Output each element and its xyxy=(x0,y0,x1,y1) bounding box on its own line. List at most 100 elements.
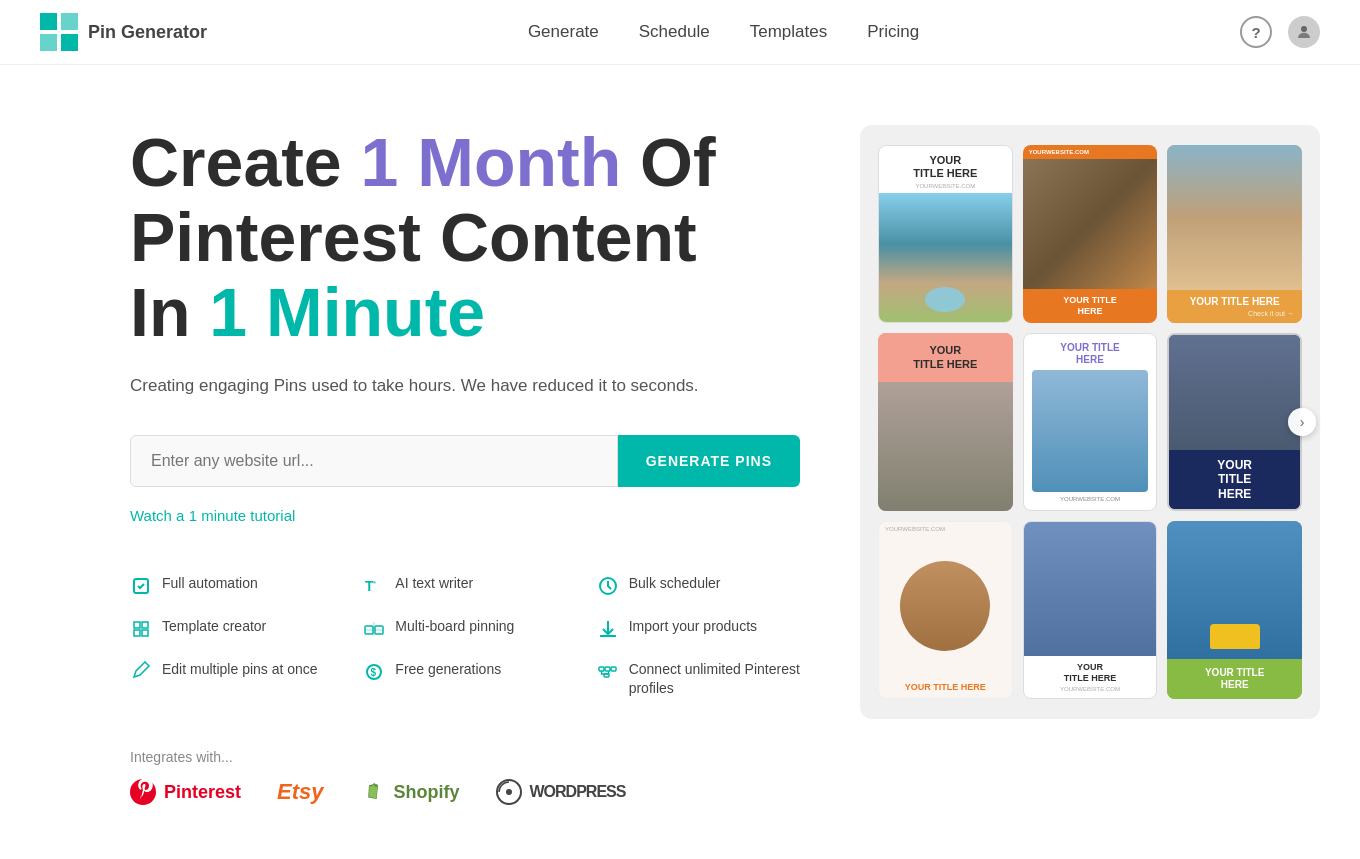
help-button[interactable]: ? xyxy=(1240,16,1272,48)
integration-etsy[interactable]: Etsy xyxy=(277,779,323,805)
headline: Create 1 Month Of Pinterest Content In 1… xyxy=(130,125,800,349)
navbar: Pin Generator Generate Schedule Template… xyxy=(0,0,1360,65)
logo-icon xyxy=(40,13,78,51)
feature-multi-board-text: Multi-board pinning xyxy=(395,617,514,637)
edit-icon xyxy=(130,661,152,683)
svg-text:$: $ xyxy=(371,667,377,678)
headline-line2: Pinterest Content xyxy=(130,199,697,275)
feature-import: Import your products xyxy=(597,617,800,640)
integrations-label: Integrates with... xyxy=(130,749,800,765)
nav-pricing[interactable]: Pricing xyxy=(867,22,919,42)
pinterest-icon xyxy=(130,779,156,805)
svg-text:*: * xyxy=(373,579,376,588)
integration-pinterest[interactable]: Pinterest xyxy=(130,779,241,805)
pin1-url: YOURWEBSITE.COM xyxy=(887,183,1004,189)
feature-connect-text: Connect unlimited Pinterest profiles xyxy=(629,660,800,699)
pin2-title: YOUR TITLEHERE xyxy=(1029,295,1152,317)
pin-grid: YOURTITLE HERE YOURWEBSITE.COM YOURWEBSI… xyxy=(878,145,1302,699)
pin7-title: YOUR TITLE HERE xyxy=(885,682,1006,692)
ai-text-icon: T * xyxy=(363,575,385,597)
nav-links: Generate Schedule Templates Pricing xyxy=(528,22,919,42)
feature-ai-text-label: AI text writer xyxy=(395,574,473,594)
integrations-list: Pinterest Etsy Shopify xyxy=(130,779,800,805)
shopify-icon xyxy=(360,779,386,805)
feature-edit-text: Edit multiple pins at once xyxy=(162,660,318,680)
pin8-title: YOURTITLE HERE xyxy=(1032,662,1149,684)
feature-bulk-scheduler-text: Bulk scheduler xyxy=(629,574,721,594)
feature-automation: Full automation xyxy=(130,574,333,597)
integration-shopify[interactable]: Shopify xyxy=(360,779,460,805)
nav-templates[interactable]: Templates xyxy=(750,22,827,42)
pin-card-2[interactable]: YOURWEBSITE.COM YOUR TITLEHERE xyxy=(1023,145,1158,323)
logo[interactable]: Pin Generator xyxy=(40,13,207,51)
pin9-title: YOUR TITLEHERE xyxy=(1175,667,1294,691)
headline-part1: Create xyxy=(130,124,361,200)
template-icon xyxy=(130,618,152,640)
svg-point-4 xyxy=(1301,26,1307,32)
generate-pins-button[interactable]: GENERATE PINS xyxy=(618,435,800,487)
tutorial-link[interactable]: Watch a 1 minute tutorial xyxy=(130,507,295,524)
pin3-sub: Check it out → xyxy=(1175,310,1294,317)
svg-rect-0 xyxy=(40,13,57,30)
integration-wordpress[interactable]: WordPress xyxy=(496,779,626,805)
pin-card-9[interactable]: YOUR TITLEHERE xyxy=(1167,521,1302,699)
pin-card-7[interactable]: YOURWEBSITE.COM YOUR TITLE HERE xyxy=(878,521,1013,699)
pin-card-5[interactable]: YOUR TITLEHERE YOURWEBSITE.COM xyxy=(1023,333,1158,511)
svg-rect-3 xyxy=(61,34,78,51)
headline-highlight2: 1 Minute xyxy=(209,274,485,350)
pin8-url: YOURWEBSITE.COM xyxy=(1032,686,1149,692)
pin3-title: YOUR TITLE HERE xyxy=(1175,296,1294,308)
feature-template-text: Template creator xyxy=(162,617,266,637)
logo-text: Pin Generator xyxy=(88,22,207,43)
automation-icon xyxy=(130,575,152,597)
scheduler-icon xyxy=(597,575,619,597)
url-input[interactable] xyxy=(130,435,618,487)
feature-automation-text: Full automation xyxy=(162,574,258,594)
pin-gallery: YOURTITLE HERE YOURWEBSITE.COM YOURWEBSI… xyxy=(860,125,1320,719)
feature-free: $ Free generations xyxy=(363,660,566,699)
free-icon: $ xyxy=(363,661,385,683)
svg-point-19 xyxy=(506,789,512,795)
pinterest-label: Pinterest xyxy=(164,782,241,803)
feature-ai-text: T * AI text writer xyxy=(363,574,566,597)
svg-rect-1 xyxy=(61,13,78,30)
svg-rect-2 xyxy=(40,34,57,51)
user-account-button[interactable] xyxy=(1288,16,1320,48)
etsy-label: Etsy xyxy=(277,779,323,805)
nav-icons: ? xyxy=(1240,16,1320,48)
feature-multi-board: Multi-board pinning xyxy=(363,617,566,640)
pin4-title: YOURTITLE HERE xyxy=(886,343,1005,372)
connect-icon xyxy=(597,661,619,683)
wordpress-icon xyxy=(496,779,522,805)
headline-line3-pre: In xyxy=(130,274,209,350)
headline-part2: Of xyxy=(621,124,715,200)
user-icon xyxy=(1295,23,1313,41)
pin7-url-top: YOURWEBSITE.COM xyxy=(879,522,1012,536)
pin-card-4[interactable]: YOURTITLE HERE xyxy=(878,333,1013,511)
wordpress-label: WordPress xyxy=(530,783,626,801)
pin6-title: YOURTITLEHERE xyxy=(1177,458,1292,501)
nav-schedule[interactable]: Schedule xyxy=(639,22,710,42)
nav-generate[interactable]: Generate xyxy=(528,22,599,42)
multi-board-icon xyxy=(363,618,385,640)
pin2-url: YOURWEBSITE.COM xyxy=(1029,149,1152,155)
pin-card-1[interactable]: YOURTITLE HERE YOURWEBSITE.COM xyxy=(878,145,1013,323)
feature-import-text: Import your products xyxy=(629,617,757,637)
pin5-title: YOUR TITLEHERE xyxy=(1032,342,1149,366)
hero-left: Create 1 Month Of Pinterest Content In 1… xyxy=(130,125,800,805)
pin-grid-wrapper: YOURTITLE HERE YOURWEBSITE.COM YOURWEBSI… xyxy=(878,145,1302,699)
shopify-label: Shopify xyxy=(394,782,460,803)
feature-edit-multiple: Edit multiple pins at once xyxy=(130,660,333,699)
gallery-next-button[interactable]: › xyxy=(1288,408,1316,436)
import-icon xyxy=(597,618,619,640)
svg-rect-13 xyxy=(599,667,604,671)
pin1-title: YOURTITLE HERE xyxy=(887,154,1004,180)
svg-rect-14 xyxy=(605,667,610,671)
pin-card-8[interactable]: YOURTITLE HERE YOURWEBSITE.COM xyxy=(1023,521,1158,699)
feature-connect: Connect unlimited Pinterest profiles xyxy=(597,660,800,699)
headline-highlight1: 1 Month xyxy=(361,124,622,200)
pin-card-6[interactable]: YOURTITLEHERE xyxy=(1167,333,1302,511)
feature-bulk-scheduler: Bulk scheduler xyxy=(597,574,800,597)
pin-card-3[interactable]: YOUR TITLE HERE Check it out → xyxy=(1167,145,1302,323)
pin5-url: YOURWEBSITE.COM xyxy=(1032,496,1149,502)
